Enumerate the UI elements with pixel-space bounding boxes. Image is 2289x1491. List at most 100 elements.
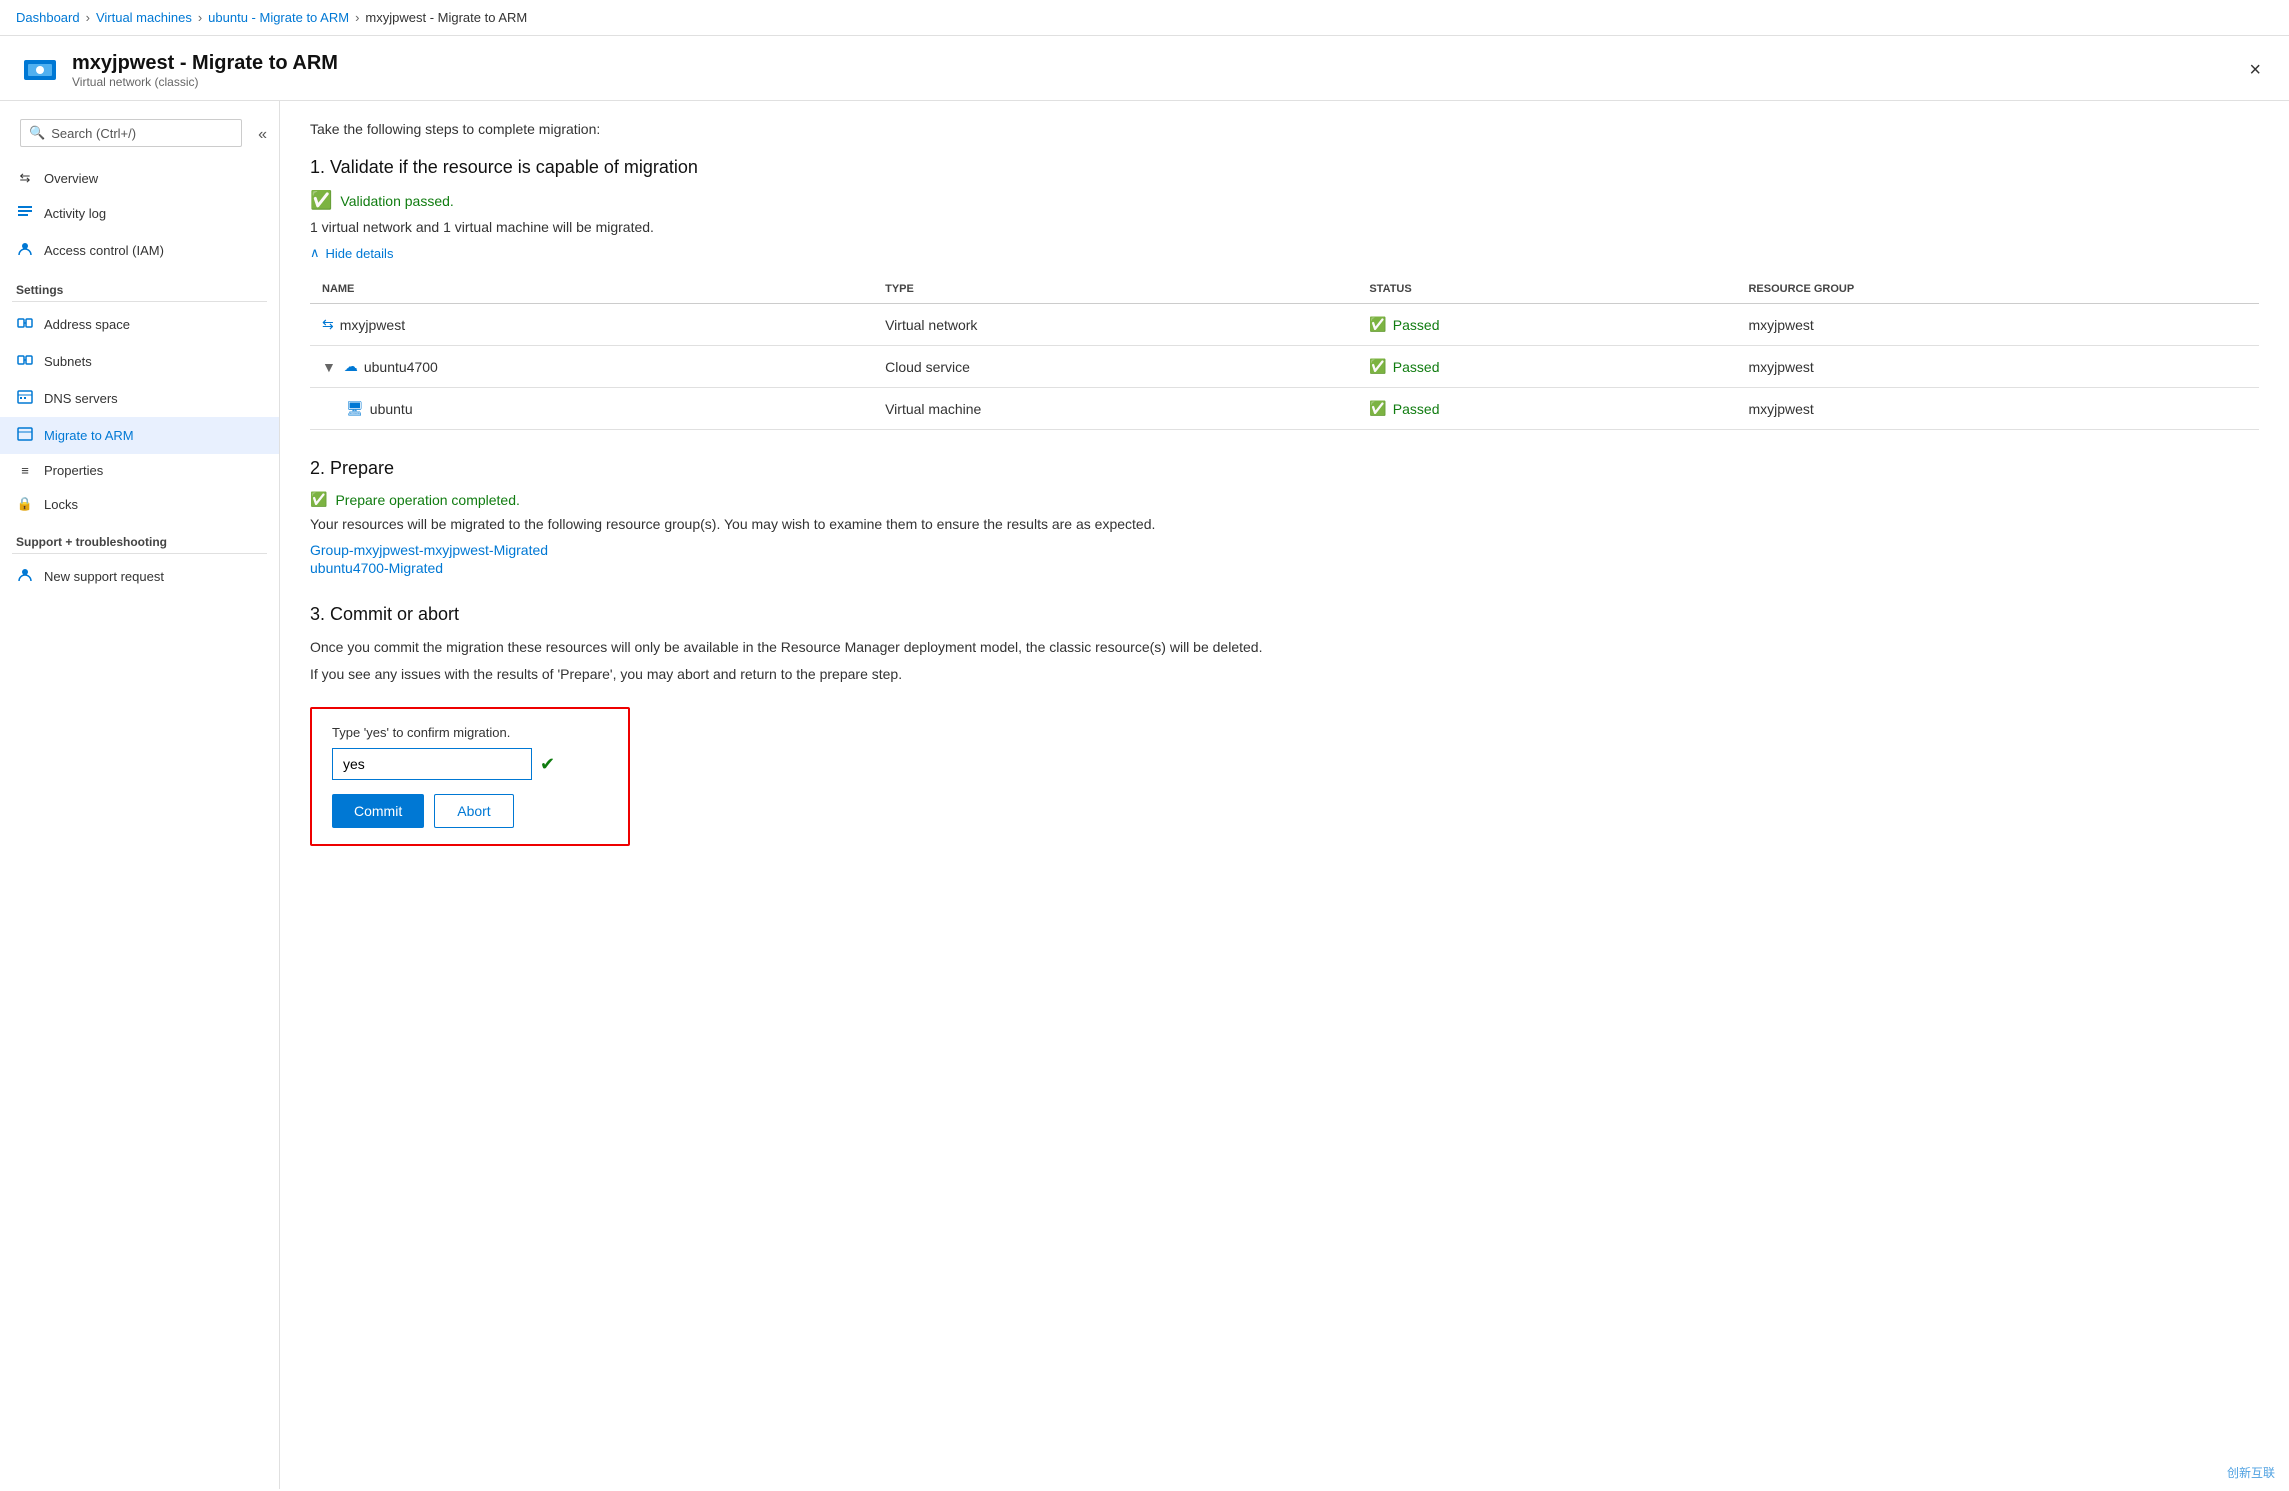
sidebar-item-subnets[interactable]: Subnets [0, 343, 279, 380]
sidebar-item-label: Subnets [44, 354, 92, 369]
collapse-sidebar-button[interactable]: « [254, 124, 271, 146]
commit-desc-1: Once you commit the migration these reso… [310, 637, 2259, 658]
check-icon-2: ✅ [310, 491, 327, 508]
table-row: 🖥 ubuntu Virtual machine ✅ Passed [310, 388, 2259, 430]
confirm-input[interactable] [332, 748, 532, 780]
overview-icon: ⇆ [16, 170, 34, 186]
step3-title: 3. Commit or abort [310, 604, 2259, 625]
status-passed: ✅ Passed [1369, 400, 1724, 417]
subnets-icon [16, 352, 34, 371]
sidebar-item-label: Activity log [44, 206, 106, 221]
intro-text: Take the following steps to complete mig… [310, 121, 2259, 137]
main-content: Take the following steps to complete mig… [280, 101, 2289, 1489]
sidebar-item-address-space[interactable]: Address space [0, 306, 279, 343]
confirm-input-row: ✔ [332, 748, 608, 780]
table-row: ▼ ☁ ubuntu4700 Cloud service ✅ Passed [310, 346, 2259, 388]
sidebar-item-label: Locks [44, 497, 78, 512]
step2-title: 2. Prepare [310, 458, 2259, 479]
col-type: TYPE [873, 275, 1357, 304]
vm-icon: 🖥 [346, 400, 364, 417]
commit-button[interactable]: Commit [332, 794, 424, 828]
sidebar-item-activity-log[interactable]: Activity log [0, 195, 279, 232]
sidebar-item-new-support-request[interactable]: New support request [0, 558, 279, 595]
prepare-complete: ✅ Prepare operation completed. [310, 491, 2259, 508]
panel-icon [20, 50, 60, 90]
check-icon: ✅ [1369, 400, 1386, 417]
row-rg: mxyjpwest [1736, 388, 2259, 430]
cloud-icon: ☁ [344, 358, 358, 375]
sidebar-item-label: Properties [44, 463, 103, 478]
sidebar-item-overview[interactable]: ⇆ Overview [0, 161, 279, 195]
sidebar-item-label: Migrate to ARM [44, 428, 134, 443]
breadcrumb-sep-2: › [198, 10, 202, 25]
chevron-up-icon: ∧ [310, 245, 320, 261]
row-type: Virtual machine [873, 388, 1357, 430]
close-button[interactable]: × [2241, 55, 2269, 86]
breadcrumb-sep-3: › [355, 10, 359, 25]
col-resource-group: RESOURCE GROUP [1736, 275, 2259, 304]
abort-button[interactable]: Abort [434, 794, 513, 828]
properties-icon: ≡ [16, 463, 34, 478]
check-icon: ✅ [1369, 358, 1386, 375]
btn-row: Commit Abort [332, 794, 608, 828]
sidebar-item-dns-servers[interactable]: DNS servers [0, 380, 279, 417]
prepare-description: Your resources will be migrated to the f… [310, 516, 2259, 532]
search-icon: 🔍 [29, 125, 45, 141]
sidebar-item-label: Overview [44, 171, 98, 186]
breadcrumb-item-1[interactable]: Dashboard [16, 10, 80, 25]
row-type: Virtual network [873, 304, 1357, 346]
migrated-link-2[interactable]: ubuntu4700-Migrated [310, 560, 2259, 576]
access-control-icon [16, 241, 34, 260]
commit-desc-2: If you see any issues with the results o… [310, 664, 2259, 685]
vnet-icon: ⇆ [322, 316, 334, 333]
panel-subtitle: Virtual network (classic) [72, 75, 338, 89]
row-type: Cloud service [873, 346, 1357, 388]
sidebar-item-migrate-to-arm[interactable]: Migrate to ARM [0, 417, 279, 454]
sidebar-item-locks[interactable]: 🔒 Locks [0, 487, 279, 521]
sidebar-item-label: New support request [44, 569, 164, 584]
support-icon [16, 567, 34, 586]
sidebar-item-access-control[interactable]: Access control (IAM) [0, 232, 279, 269]
locks-icon: 🔒 [16, 496, 34, 512]
search-input[interactable] [51, 126, 233, 141]
migrated-link-1[interactable]: Group-mxyjpwest-mxyjpwest-Migrated [310, 542, 2259, 558]
sidebar-item-label: Access control (IAM) [44, 243, 164, 258]
sidebar-item-label: DNS servers [44, 391, 118, 406]
panel-header: mxyjpwest - Migrate to ARM Virtual netwo… [0, 36, 2289, 101]
col-name: NAME [310, 275, 873, 304]
check-icon: ✅ [1369, 316, 1386, 333]
check-icon-1: ✅ [310, 190, 332, 211]
watermark: 创新互联 [2227, 1464, 2275, 1481]
confirm-check-icon: ✔ [540, 754, 555, 775]
dns-icon [16, 389, 34, 408]
col-status: STATUS [1357, 275, 1736, 304]
info-text: 1 virtual network and 1 virtual machine … [310, 219, 2259, 235]
hide-details-button[interactable]: ∧ Hide details [310, 245, 393, 261]
migration-table: NAME TYPE STATUS RESOURCE GROUP ⇆ mxyjpw… [310, 275, 2259, 430]
row-name-vm: 🖥 ubuntu [322, 400, 861, 417]
step3-section: 3. Commit or abort Once you commit the m… [310, 604, 2259, 846]
settings-section-label: Settings [0, 269, 279, 301]
migrate-arm-icon [16, 426, 34, 445]
table-row: ⇆ mxyjpwest Virtual network ✅ Passed [310, 304, 2259, 346]
status-passed: ✅ Passed [1369, 358, 1724, 375]
panel-title-area: mxyjpwest - Migrate to ARM Virtual netwo… [72, 52, 338, 89]
sidebar-item-label: Address space [44, 317, 130, 332]
collapse-row-icon: ▼ [322, 359, 336, 375]
breadcrumb: Dashboard › Virtual machines › ubuntu - … [0, 0, 2289, 36]
confirm-box: Type 'yes' to confirm migration. ✔ Commi… [310, 707, 630, 846]
row-name-cloud: ▼ ☁ ubuntu4700 [322, 358, 861, 375]
breadcrumb-sep-1: › [86, 10, 90, 25]
sidebar-item-properties[interactable]: ≡ Properties [0, 454, 279, 487]
search-box[interactable]: 🔍 [20, 119, 242, 147]
row-rg: mxyjpwest [1736, 304, 2259, 346]
step2-section: 2. Prepare ✅ Prepare operation completed… [310, 458, 2259, 576]
breadcrumb-item-4: mxyjpwest - Migrate to ARM [365, 10, 527, 25]
breadcrumb-item-3[interactable]: ubuntu - Migrate to ARM [208, 10, 349, 25]
support-section-label: Support + troubleshooting [0, 521, 279, 553]
step1-title: 1. Validate if the resource is capable o… [310, 157, 2259, 178]
row-name-vnet: ⇆ mxyjpwest [322, 316, 861, 333]
breadcrumb-item-2[interactable]: Virtual machines [96, 10, 192, 25]
sidebar: 🔍 « ⇆ Overview Activity log Access con [0, 101, 280, 1489]
address-space-icon [16, 315, 34, 334]
